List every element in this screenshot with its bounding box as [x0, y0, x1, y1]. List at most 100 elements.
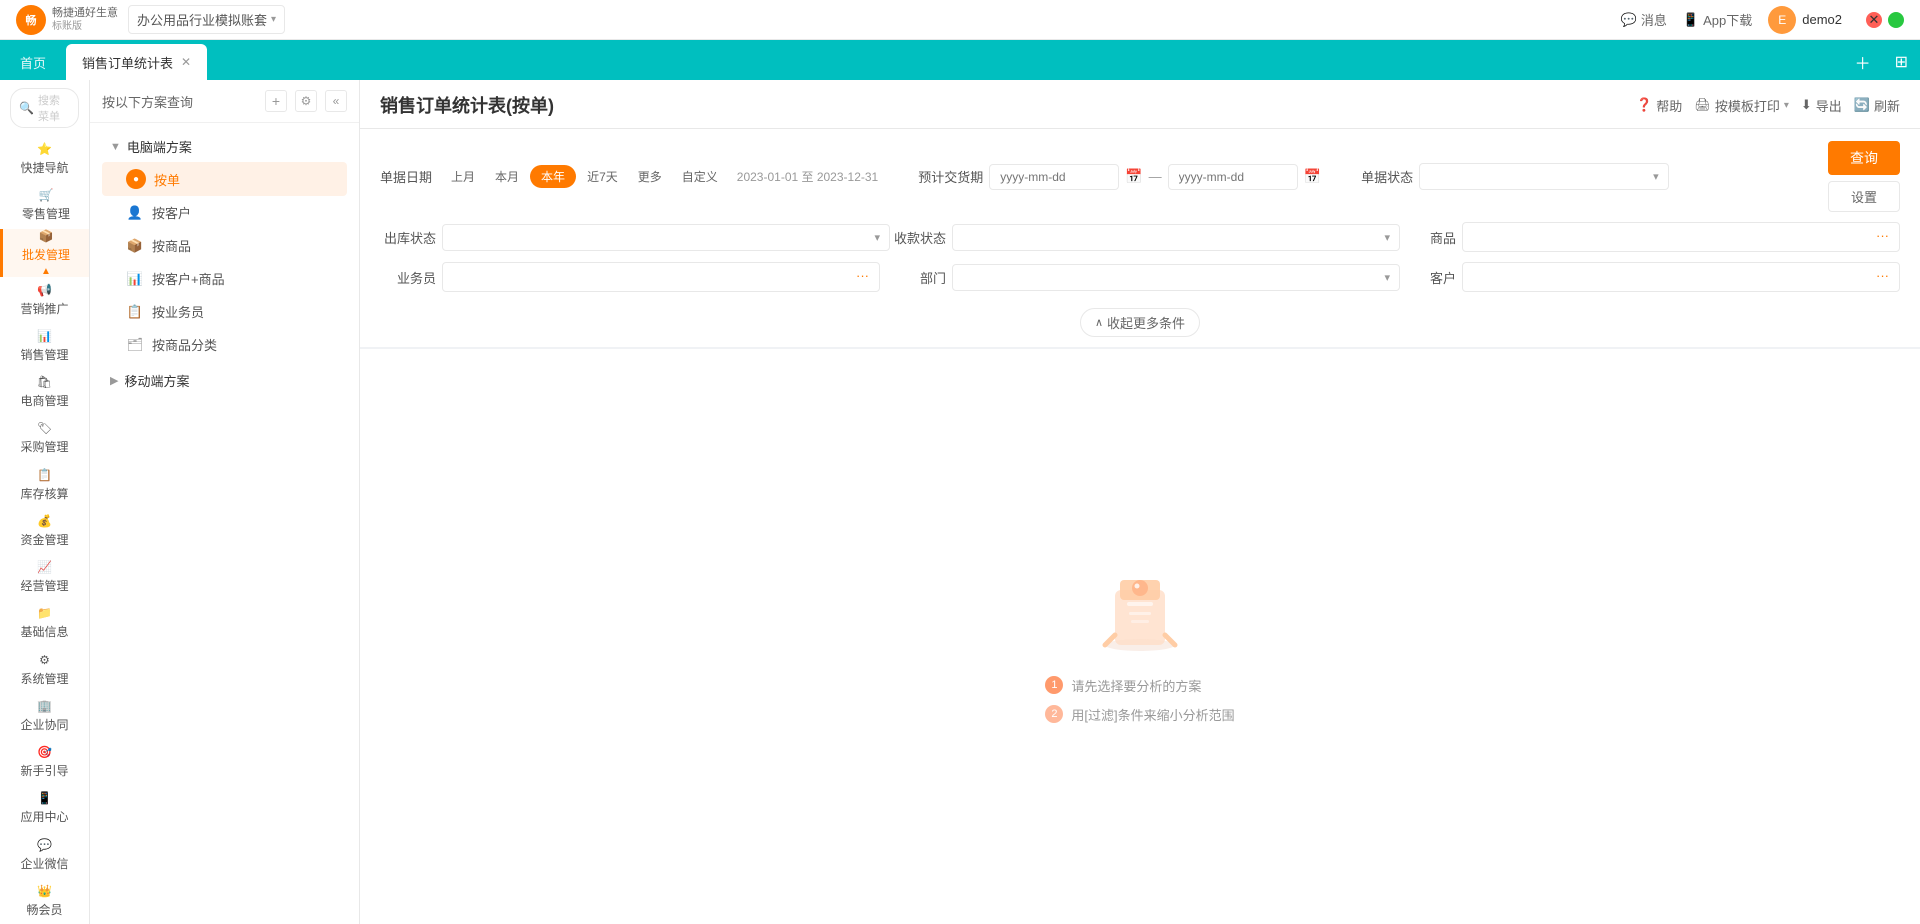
empty-tips: 1 请先选择要分析的方案 2 用[过滤]条件来缩小分析范围 — [1045, 676, 1234, 724]
empty-state: 1 请先选择要分析的方案 2 用[过滤]条件来缩小分析范围 — [360, 349, 1920, 924]
scheme-item-by-customer-goods[interactable]: 📊 按客户+商品 — [102, 262, 347, 295]
user-area[interactable]: E demo2 — [1768, 6, 1842, 34]
shipment-status-select[interactable] — [442, 224, 890, 251]
refresh-icon: 🔄 — [1854, 97, 1870, 113]
date-shortcuts: 上月 本月 本年 近7天 更多 自定义 — [442, 165, 727, 188]
customer-input[interactable]: ··· — [1462, 262, 1900, 292]
sidebar-item-newbie[interactable]: 🎯 新手引导 — [0, 739, 89, 785]
scheme-item-by-salesman[interactable]: 📋 按业务员 — [102, 295, 347, 328]
expected-date-label: 预计交货期 — [918, 167, 983, 186]
print-icon: 🖨 — [1694, 97, 1711, 113]
date-range-separator: — — [1149, 169, 1162, 184]
sidebar-item-basic[interactable]: 📁 基础信息 — [0, 600, 89, 646]
salesman-input[interactable]: ··· — [442, 262, 880, 292]
payment-status-label: 收款状态 — [890, 228, 946, 247]
newbie-icon: 🎯 — [37, 745, 52, 759]
basic-icon: 📁 — [37, 606, 52, 620]
tab-new-btn[interactable]: ＋ — [1843, 44, 1883, 80]
print-btn[interactable]: 🖨 按模板打印 ▾ — [1694, 96, 1789, 115]
message-icon: 💬 — [1621, 12, 1637, 28]
sidebar-item-system[interactable]: ⚙ 系统管理 — [0, 647, 89, 693]
goods-scheme-icon: 📦 — [126, 237, 144, 255]
page-title: 销售订单统计表(按单) — [380, 92, 554, 118]
date-this-month[interactable]: 本月 — [486, 165, 528, 188]
sidebar-item-quicknav[interactable]: ⭐ 快捷导航 — [0, 136, 89, 182]
maximize-window-btn[interactable] — [1888, 12, 1904, 28]
logo-text: 畅捷通好生意 标账版 — [52, 6, 118, 33]
sidebar-item-inventory[interactable]: 📋 库存核算 — [0, 462, 89, 508]
goods-filter-input[interactable]: ··· — [1462, 222, 1900, 252]
add-scheme-btn[interactable]: + — [265, 90, 287, 112]
workspace-selector[interactable]: 办公用品行业模拟账套 ▾ — [128, 5, 285, 34]
date-last-7[interactable]: 近7天 — [578, 165, 627, 188]
collapse-panel-btn[interactable]: « — [325, 90, 347, 112]
sidebar-item-wholesale[interactable]: 📦 批发管理 ▲ — [0, 229, 89, 277]
mobile-scheme-group: ▶ 移动端方案 — [102, 365, 347, 396]
tab-home[interactable]: 首页 — [0, 44, 66, 80]
close-window-btn[interactable]: ✕ — [1866, 12, 1882, 28]
wholesale-icon: 📦 — [39, 229, 54, 243]
customer-scheme-icon: 👤 — [126, 204, 144, 222]
date-cal-from-icon[interactable]: 📅 — [1125, 168, 1142, 185]
scheme-item-by-category[interactable]: 🗂 按商品分类 — [102, 328, 347, 361]
tab-close-icon[interactable]: ✕ — [181, 55, 191, 69]
tip1-num: 1 — [1045, 676, 1063, 694]
sidebar-item-retail[interactable]: 🛒 零售管理 — [0, 182, 89, 228]
marketing-icon: 📢 — [37, 283, 52, 297]
export-btn[interactable]: ⬇ 导出 — [1801, 96, 1842, 115]
sidebar-item-wechat[interactable]: 💬 企业微信 — [0, 832, 89, 878]
sidebar-item-ecommerce[interactable]: 🛍 电商管理 — [0, 369, 89, 415]
date-more[interactable]: 更多 — [629, 165, 671, 188]
app-download-btn[interactable]: 📱 App下载 — [1683, 10, 1752, 29]
mobile-group-header[interactable]: ▶ 移动端方案 — [102, 365, 347, 396]
bill-status-select[interactable] — [1419, 163, 1669, 190]
help-btn[interactable]: ❓ 帮助 — [1636, 96, 1682, 115]
expand-tabs-btn[interactable]: ⊞ — [1883, 44, 1920, 80]
scheme-dot-icon: ● — [126, 169, 146, 189]
settings-scheme-btn[interactable]: ⚙ — [295, 90, 317, 112]
department-select[interactable] — [952, 264, 1400, 291]
empty-tip-1: 1 请先选择要分析的方案 — [1045, 676, 1234, 695]
sidebar-item-purchase[interactable]: 🏷 采购管理 — [0, 415, 89, 461]
payment-status-select[interactable] — [952, 224, 1400, 251]
left-panel-title: 按以下方案查询 — [102, 92, 193, 111]
left-panel: 按以下方案查询 + ⚙ « ▼ 电脑端方案 ● 按单 — [90, 80, 360, 924]
scheme-item-by-customer[interactable]: 👤 按客户 — [102, 196, 347, 229]
quicknav-icon: ⭐ — [37, 142, 52, 156]
user-name: demo2 — [1802, 12, 1842, 27]
sidebar-item-enterprise[interactable]: 🏢 企业协同 — [0, 693, 89, 739]
dropdown-icon: ▾ — [271, 14, 276, 25]
settings-filter-btn[interactable]: 设置 — [1828, 181, 1900, 212]
sales-icon: 📊 — [37, 329, 52, 343]
purchase-icon: 🏷 — [37, 421, 52, 435]
date-cal-to-icon[interactable]: 📅 — [1304, 168, 1321, 185]
logo-icon: 畅 — [16, 5, 46, 35]
sidebar-item-marketing[interactable]: 📢 营销推广 — [0, 277, 89, 323]
desktop-group-header[interactable]: ▼ 电脑端方案 — [102, 131, 347, 162]
message-btn[interactable]: 💬 消息 — [1621, 10, 1667, 29]
collapse-filter-btn[interactable]: ∧ 收起更多条件 — [1080, 308, 1200, 337]
date-this-year[interactable]: 本年 — [530, 165, 576, 188]
tab-sales-order[interactable]: 销售订单统计表 ✕ — [66, 44, 207, 80]
date-from-input[interactable] — [989, 164, 1119, 190]
inventory-icon: 📋 — [37, 468, 52, 482]
sidebar-item-operation[interactable]: 📈 经营管理 — [0, 554, 89, 600]
query-btn[interactable]: 查询 — [1828, 141, 1900, 175]
retail-icon: 🛒 — [39, 188, 54, 202]
date-to-input[interactable] — [1168, 164, 1298, 190]
date-custom[interactable]: 自定义 — [673, 165, 727, 188]
sidebar-item-search[interactable]: 🔍 搜索菜单 — [0, 80, 89, 136]
print-dropdown-icon: ▾ — [1784, 100, 1789, 111]
refresh-btn[interactable]: 🔄 刷新 — [1854, 96, 1900, 115]
sidebar-item-member[interactable]: 👑 畅会员 — [0, 878, 89, 924]
window-controls: ✕ — [1866, 12, 1904, 28]
sidebar-item-sales[interactable]: 📊 销售管理 — [0, 323, 89, 369]
scheme-item-by-goods[interactable]: 📦 按商品 — [102, 229, 347, 262]
date-last-month[interactable]: 上月 — [442, 165, 484, 188]
sidebar-item-finance[interactable]: 💰 资金管理 — [0, 508, 89, 554]
desktop-scheme-group: ▼ 电脑端方案 ● 按单 👤 按客户 📦 按商品 — [102, 131, 347, 361]
export-icon: ⬇ — [1801, 97, 1812, 113]
download-icon: 📱 — [1683, 12, 1699, 28]
scheme-item-by-order[interactable]: ● 按单 — [102, 162, 347, 196]
sidebar-item-appstore[interactable]: 📱 应用中心 — [0, 785, 89, 831]
